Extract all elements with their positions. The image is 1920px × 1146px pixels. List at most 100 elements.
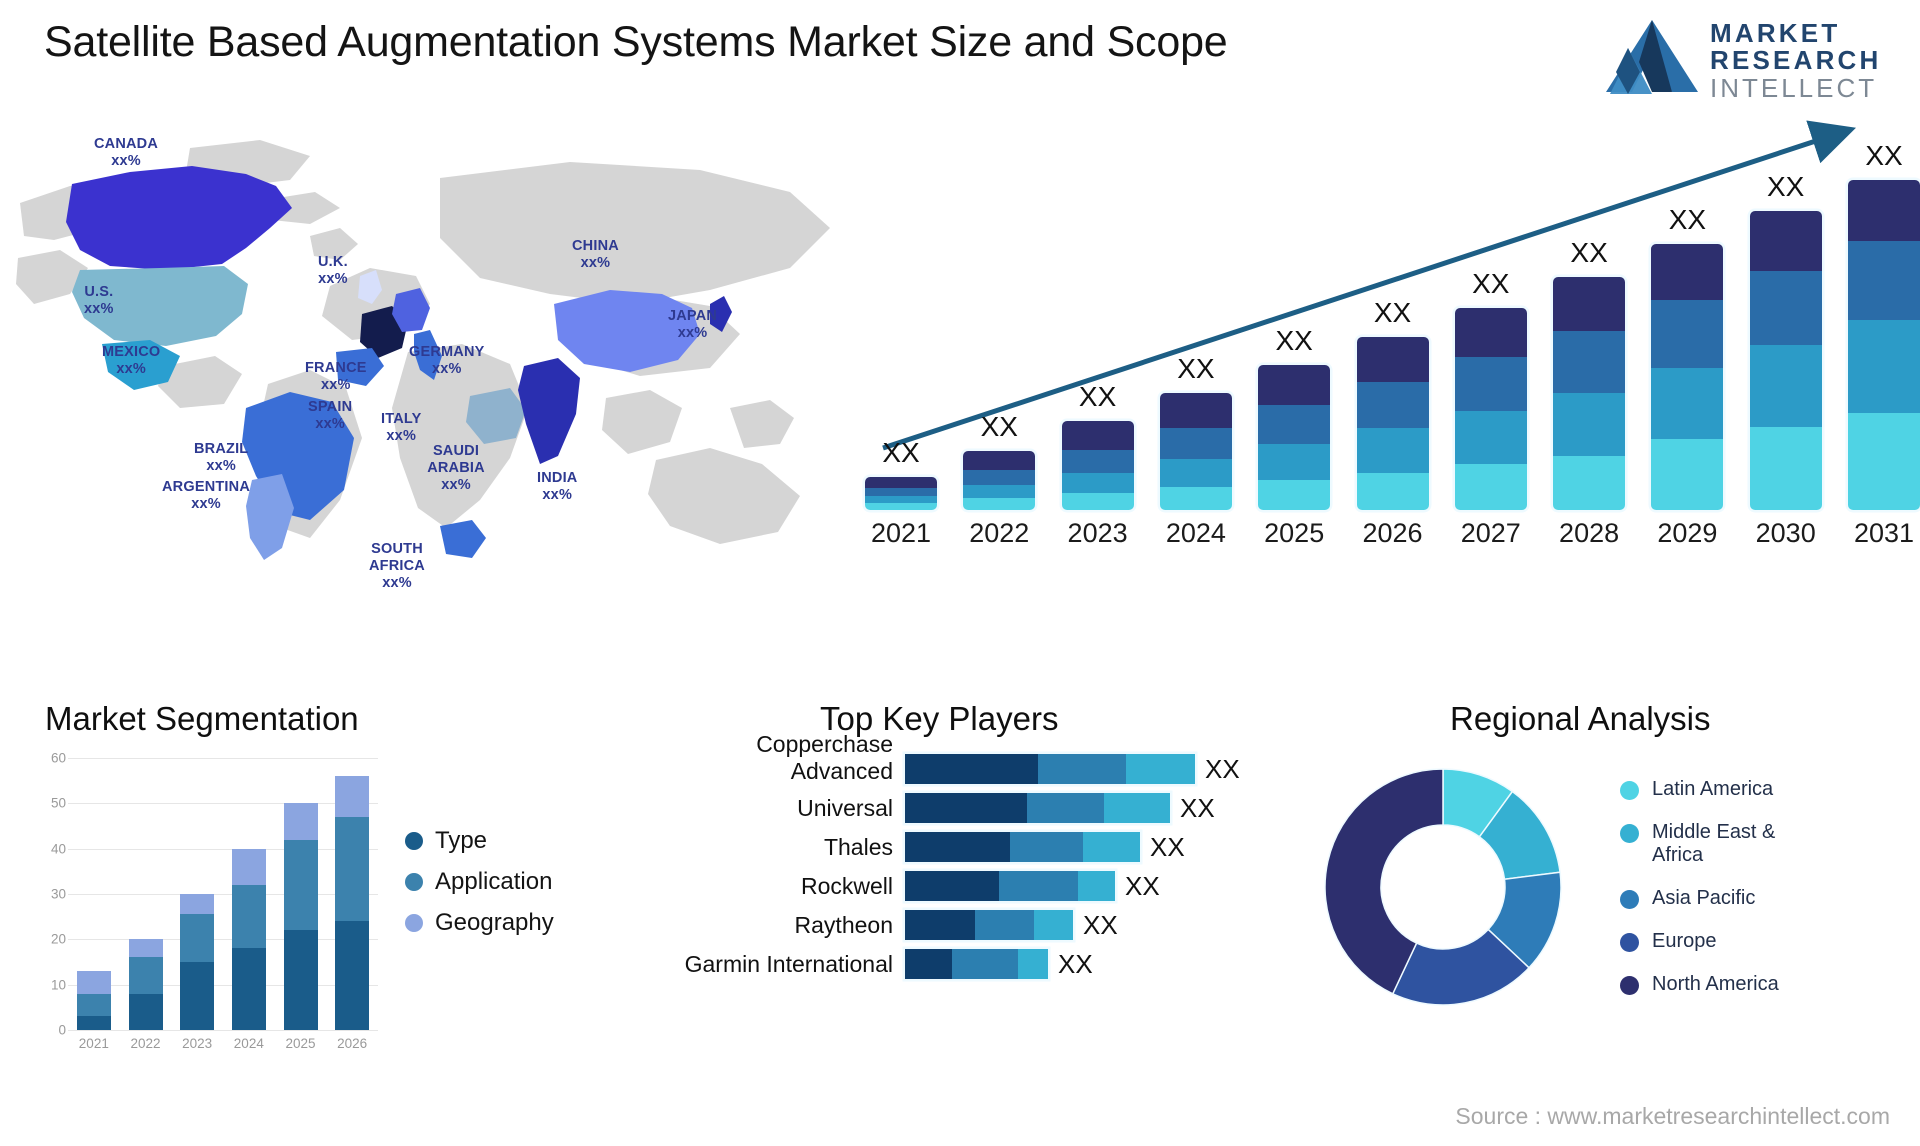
regional-legend-item[interactable]: Europe (1620, 930, 1827, 953)
map-label-value: xx% (382, 575, 412, 591)
segmentation-y-tick: 0 (58, 1022, 66, 1038)
map-label-value: xx% (441, 477, 471, 493)
map-label-south-africa: SOUTH AFRICA xx% (365, 541, 429, 592)
forecast-bar-value: XX (1767, 171, 1805, 203)
segmentation-bar-segment (76, 993, 111, 1017)
segmentation-bar-segment (76, 1016, 111, 1030)
forecast-year-label: 2030 (1755, 518, 1816, 548)
forecast-bar-segment (963, 450, 1036, 471)
forecast-bar-segment (963, 470, 1036, 486)
player-name: Universal (797, 794, 893, 821)
player-bar-segment (1078, 871, 1115, 901)
map-label-mexico: MEXICO xx% (102, 344, 160, 378)
player-bar-segment (999, 871, 1078, 901)
map-label-value: xx% (191, 496, 221, 512)
segmentation-gridline (68, 758, 378, 759)
map-label-value: xx% (431, 361, 462, 377)
forecast-bar-segment (1356, 336, 1429, 383)
segmentation-y-tick: 20 (50, 931, 66, 947)
forecast-year-label: 2028 (1559, 518, 1620, 548)
player-bar (905, 793, 1170, 823)
regional-legend-item[interactable]: Middle East & Africa (1620, 821, 1827, 867)
segmentation-gridline (68, 939, 378, 941)
map-label-name: SOUTH AFRICA (369, 541, 425, 574)
player-bar-segment (975, 910, 1034, 940)
forecast-bar-segment (1454, 357, 1527, 411)
map-label-value: xx% (542, 487, 573, 503)
header: Satellite Based Augmentation Systems Mar… (0, 0, 1920, 116)
segmentation-legend-item[interactable]: Application (405, 861, 554, 902)
map-label-saudi-arabia: SAUDI ARABIA xx% (425, 443, 487, 494)
player-row: Garmin International XX (640, 947, 1260, 981)
forecast-year-label: 2026 (1362, 518, 1423, 548)
forecast-year-label: 2025 (1264, 518, 1325, 548)
player-row: Thales XX (640, 830, 1260, 864)
forecast-bar-segment (1749, 211, 1822, 271)
segmentation-bar (283, 803, 318, 1030)
country-india (518, 358, 580, 464)
segmentation-bar-segment (128, 993, 163, 1030)
legend-label: Asia Pacific (1652, 887, 1756, 909)
player-bar-value: XX (1205, 753, 1240, 784)
forecast-bar-value: XX (1865, 140, 1903, 171)
player-bar-segment (905, 949, 952, 979)
legend-label: North America (1652, 973, 1779, 995)
market-segmentation-panel: Market Segmentation 60 50 40 30 20 10 0 2021 202… (20, 700, 620, 1130)
map-label-name: BRAZIL (194, 441, 249, 457)
regional-legend-item[interactable]: Asia Pacific (1620, 887, 1827, 910)
logo-wordmark: MARKET RESEARCH INTELLECT (1710, 20, 1882, 103)
player-row: Rockwell XX (640, 869, 1260, 903)
player-bar (905, 910, 1073, 940)
forecast-bar-segment (1651, 368, 1724, 440)
player-name-line: Copperchase (756, 731, 893, 757)
forecast-bar (1749, 211, 1822, 510)
player-bar (905, 871, 1115, 901)
segmentation-legend-item[interactable]: Type (405, 820, 554, 861)
forecast-bar-segment (865, 503, 937, 510)
map-label-value: xx% (206, 458, 236, 474)
forecast-bar-segment (1159, 486, 1232, 510)
segmentation-legend-item[interactable]: Geography (405, 902, 554, 943)
player-bar-value: XX (1083, 909, 1118, 940)
regional-legend-item[interactable]: Latin America (1620, 778, 1827, 801)
forecast-bar-segment (1356, 382, 1429, 429)
map-label-canada: CANADA xx% (94, 136, 158, 170)
mountain-m-logo-icon (1606, 20, 1698, 94)
player-bar-value: XX (1125, 870, 1160, 901)
forecast-bar-segment (963, 498, 1036, 510)
forecast-bar-chart: XX 2021 XX 2022 XX 2023 XX 2024 XX 2025 XX 2026 XX 20… (865, 110, 1920, 565)
player-row: Raytheon XX (640, 908, 1260, 942)
forecast-bar-segment (1749, 344, 1822, 428)
forecast-bar-segment (1159, 392, 1232, 428)
forecast-year-label: 2024 (1165, 518, 1226, 548)
map-label-name: SAUDI ARABIA (427, 443, 485, 476)
player-bar-segment (1018, 949, 1048, 979)
legend-label: Geography (435, 908, 554, 936)
forecast-bar-value: XX (1668, 204, 1707, 236)
map-label-name: GERMANY (409, 344, 485, 360)
segmentation-y-tick: 50 (50, 795, 66, 811)
map-label-name: U.S. (84, 284, 114, 300)
regional-legend-item[interactable]: North America (1620, 973, 1827, 996)
forecast-bar-segment (1749, 270, 1822, 345)
map-label-name: U.K. (318, 254, 348, 270)
segmentation-y-tick: 30 (50, 886, 66, 902)
map-label-china: CHINA xx% (572, 238, 619, 272)
map-label-italy: ITALY xx% (381, 411, 421, 445)
player-name-line: Advanced (790, 758, 893, 784)
forecast-bar (1061, 420, 1134, 510)
forecast-bar (1258, 364, 1331, 510)
segmentation-bar-segment (231, 848, 266, 885)
map-label-value: xx% (580, 255, 611, 271)
legend-dot-icon (405, 913, 423, 932)
legend-dot-icon (1620, 933, 1639, 952)
legend-label: Latin America (1652, 778, 1774, 800)
segmentation-x-tick: 2021 (78, 1036, 109, 1051)
segmentation-x-tick: 2025 (285, 1036, 316, 1051)
map-label-uk: U.K. xx% (318, 254, 348, 288)
forecast-bar-segment (1061, 472, 1134, 494)
segmentation-bar-segment (335, 921, 370, 1030)
forecast-bar-segment (1848, 412, 1920, 510)
forecast-bar-segment (1061, 420, 1134, 450)
player-bar-value: XX (1150, 831, 1185, 862)
